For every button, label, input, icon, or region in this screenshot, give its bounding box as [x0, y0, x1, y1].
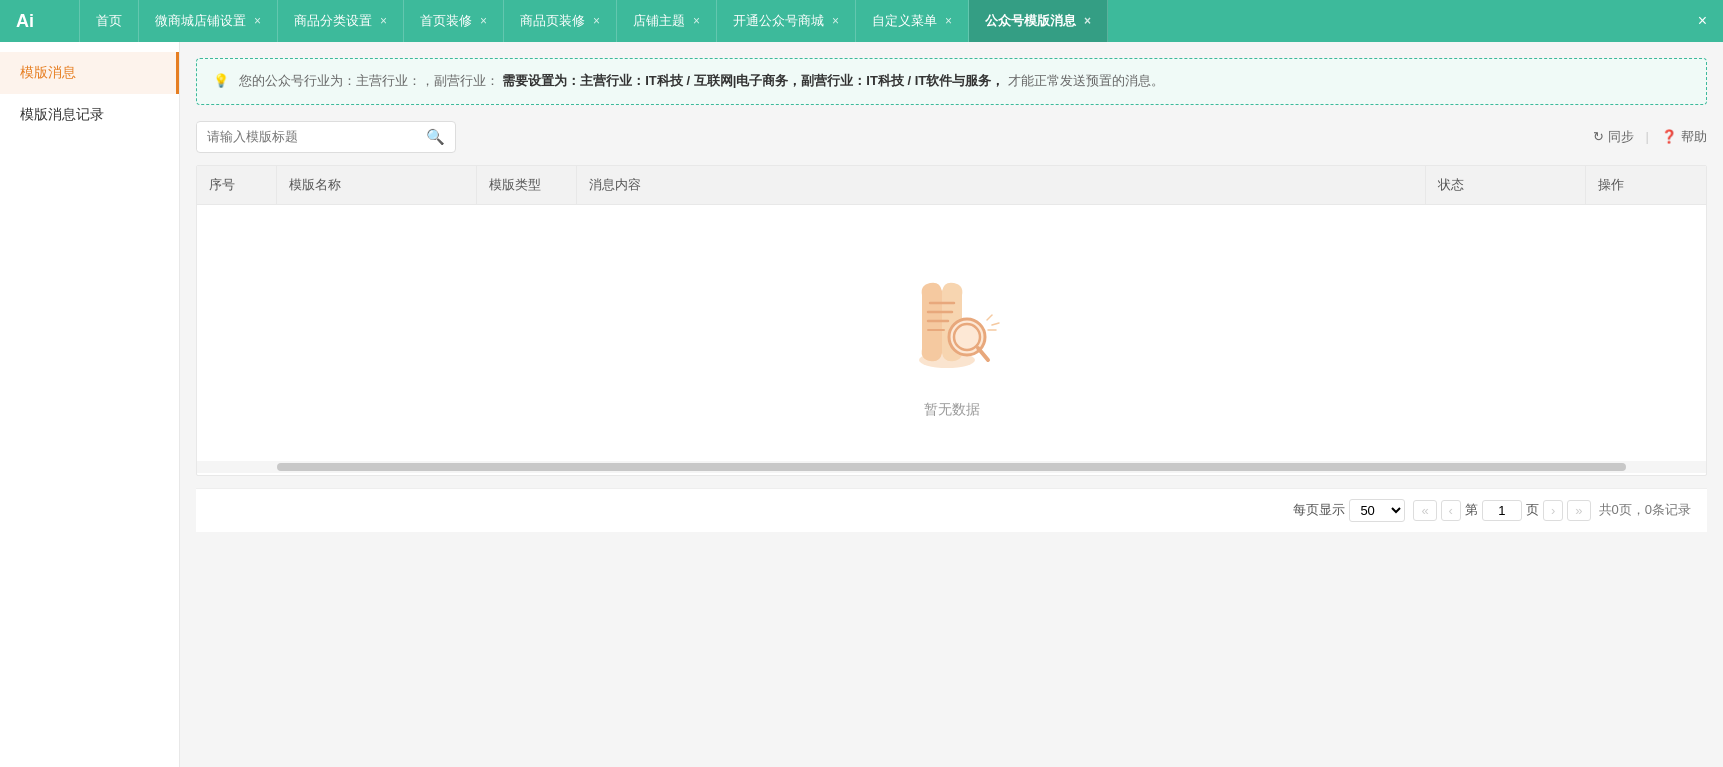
sync-button[interactable]: ↻ 同步: [1593, 128, 1634, 146]
pagination: 每页显示 50 10 20 100 « ‹ 第 页 › » 共0页，0条记录: [196, 488, 1707, 532]
tab-close-open-mall[interactable]: ×: [832, 14, 839, 28]
empty-state: 暂无数据: [197, 205, 1706, 459]
col-header-action: 操作: [1586, 166, 1706, 204]
tab-product-decor[interactable]: 商品页装修×: [504, 0, 617, 42]
tab-home[interactable]: 首页: [80, 0, 139, 42]
notice-icon: 💡: [213, 73, 229, 88]
total-text: 共0页，0条记录: [1599, 501, 1691, 519]
col-header-name: 模版名称: [277, 166, 477, 204]
tab-close-home-decor[interactable]: ×: [480, 14, 487, 28]
sidebar-item-template-message-record[interactable]: 模版消息记录: [0, 94, 179, 136]
tab-close-template-msg[interactable]: ×: [1084, 14, 1091, 28]
page-nav: « ‹ 第 页 › »: [1413, 500, 1590, 521]
sidebar-item-template-message[interactable]: 模版消息: [0, 52, 179, 94]
empty-illustration: [892, 265, 1012, 385]
table-wrap: 序号 模版名称 模版类型 消息内容 状态 操作: [196, 165, 1707, 476]
sidebar: 模版消息模版消息记录: [0, 42, 180, 767]
notice-prefix: 您的公众号行业为：主营行业：，副营行业：: [239, 73, 499, 88]
page-label: 页: [1526, 501, 1539, 519]
content-area: 💡 您的公众号行业为：主营行业：，副营行业： 需要设置为：主营行业：IT科技 /…: [180, 42, 1723, 767]
svg-line-8: [987, 315, 992, 320]
divider: |: [1646, 129, 1649, 144]
tab-shop-theme[interactable]: 店铺主题×: [617, 0, 717, 42]
table-header: 序号 模版名称 模版类型 消息内容 状态 操作: [197, 166, 1706, 205]
first-page-button[interactable]: «: [1413, 500, 1436, 521]
close-all-button[interactable]: ×: [1682, 12, 1723, 30]
tab-bar: Ai 首页微商城店铺设置×商品分类设置×首页装修×商品页装修×店铺主题×开通公众…: [0, 0, 1723, 42]
col-header-seq: 序号: [197, 166, 277, 204]
table-scrollbar-thumb[interactable]: [277, 463, 1626, 471]
refresh-icon: ↻: [1593, 129, 1604, 144]
page-size-dropdown[interactable]: 50 10 20 100: [1349, 499, 1405, 522]
tab-open-mall[interactable]: 开通公众号商城×: [717, 0, 856, 42]
col-header-type: 模版类型: [477, 166, 577, 204]
table-scrollbar[interactable]: [197, 461, 1706, 473]
tab-template-msg[interactable]: 公众号模版消息×: [969, 0, 1108, 42]
col-header-status: 状态: [1426, 166, 1586, 204]
search-input[interactable]: [197, 123, 416, 150]
prev-page-button[interactable]: ‹: [1441, 500, 1461, 521]
goto-label: 第: [1465, 501, 1478, 519]
tab-custom-menu[interactable]: 自定义菜单×: [856, 0, 969, 42]
svg-line-9: [992, 323, 999, 325]
notice-suffix: 才能正常发送预置的消息。: [1008, 73, 1164, 88]
help-icon: ❓: [1661, 129, 1677, 144]
col-header-content: 消息内容: [577, 166, 1426, 204]
last-page-button[interactable]: »: [1567, 500, 1590, 521]
help-label: 帮助: [1681, 128, 1707, 146]
tab-close-shop-theme[interactable]: ×: [693, 14, 700, 28]
page-size-select: 每页显示 50 10 20 100: [1293, 499, 1405, 522]
page-input[interactable]: [1482, 500, 1522, 521]
page-size-label: 每页显示: [1293, 501, 1345, 519]
main-layout: 模版消息模版消息记录 💡 您的公众号行业为：主营行业：，副营行业： 需要设置为：…: [0, 42, 1723, 767]
search-input-wrap: 🔍: [196, 121, 456, 153]
notice-banner: 💡 您的公众号行业为：主营行业：，副营行业： 需要设置为：主营行业：IT科技 /…: [196, 58, 1707, 105]
tab-close-product-category[interactable]: ×: [380, 14, 387, 28]
tab-close-micro-shop[interactable]: ×: [254, 14, 261, 28]
notice-highlight: 需要设置为：主营行业：IT科技 / 互联网|电子商务，副营行业：IT科技 / I…: [502, 73, 1004, 88]
help-button[interactable]: ❓ 帮助: [1661, 128, 1707, 146]
search-right: ↻ 同步 | ❓ 帮助: [1593, 128, 1707, 146]
tab-micro-shop[interactable]: 微商城店铺设置×: [139, 0, 278, 42]
tab-home-decor[interactable]: 首页装修×: [404, 0, 504, 42]
search-button[interactable]: 🔍: [416, 122, 455, 152]
sync-label: 同步: [1608, 128, 1634, 146]
logo: Ai: [0, 0, 80, 42]
tab-close-product-decor[interactable]: ×: [593, 14, 600, 28]
next-page-button[interactable]: ›: [1543, 500, 1563, 521]
empty-text: 暂无数据: [924, 401, 980, 419]
svg-line-7: [978, 348, 988, 360]
search-bar: 🔍 ↻ 同步 | ❓ 帮助: [196, 121, 1707, 153]
tab-close-custom-menu[interactable]: ×: [945, 14, 952, 28]
tab-product-category[interactable]: 商品分类设置×: [278, 0, 404, 42]
